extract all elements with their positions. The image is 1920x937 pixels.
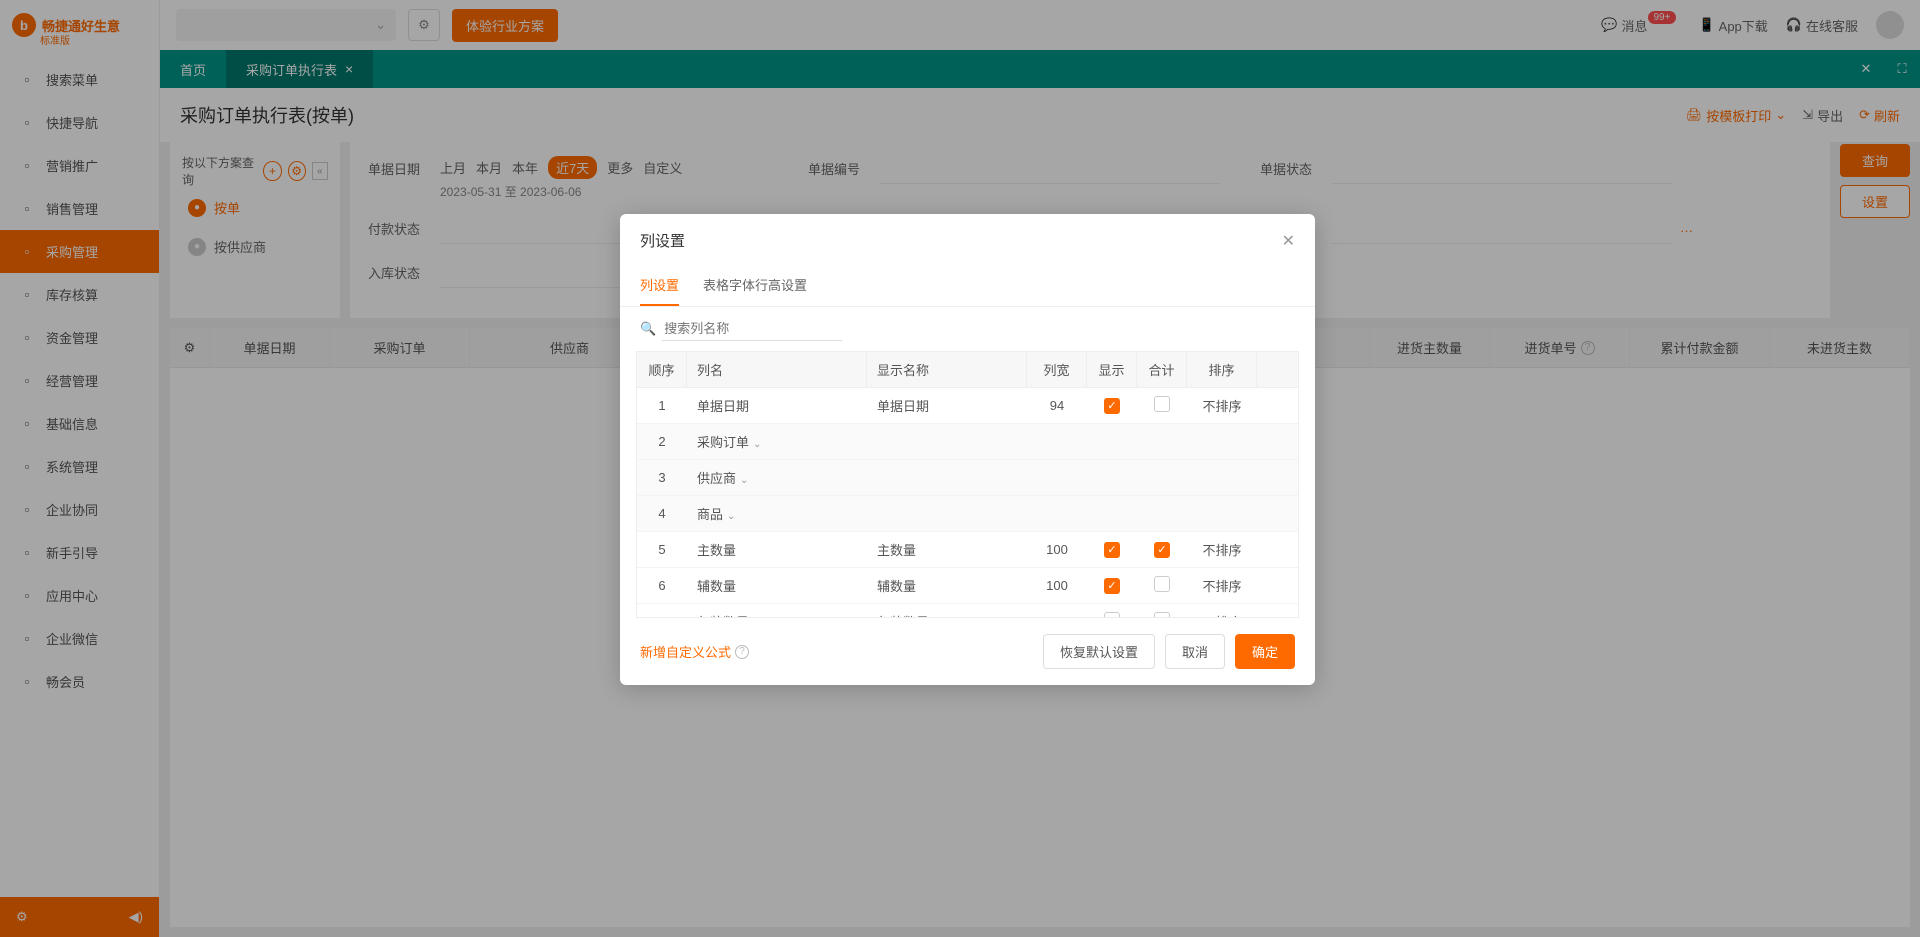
sort-select[interactable]: 不排序 <box>1187 604 1257 618</box>
modal-close-button[interactable]: ✕ <box>1282 231 1295 251</box>
sum-checkbox[interactable] <box>1154 396 1170 412</box>
sort-select[interactable]: 不排序 <box>1187 532 1257 567</box>
show-checkbox[interactable]: ✓ <box>1104 578 1120 594</box>
search-icon: 🔍 <box>640 321 656 337</box>
th-name: 列名 <box>687 352 867 387</box>
th-display: 显示名称 <box>867 352 1027 387</box>
modal-title: 列设置 <box>640 230 685 251</box>
ok-button[interactable]: 确定 <box>1235 634 1295 669</box>
column-row[interactable]: 1单据日期单据日期94✓不排序 <box>637 388 1298 424</box>
cancel-button[interactable]: 取消 <box>1165 634 1225 669</box>
expand-icon[interactable]: ⌄ <box>753 439 761 450</box>
reset-button[interactable]: 恢复默认设置 <box>1043 634 1155 669</box>
column-row[interactable]: 7包装数量包装数量100不排序 <box>637 604 1298 618</box>
modal-tab-0[interactable]: 列设置 <box>640 267 679 306</box>
th-width: 列宽 <box>1027 352 1087 387</box>
show-checkbox[interactable]: ✓ <box>1104 542 1120 558</box>
sum-checkbox[interactable] <box>1154 576 1170 592</box>
column-row[interactable]: 3供应商 ⌄ <box>637 460 1298 496</box>
add-formula-link[interactable]: 新增自定义公式 ? <box>640 642 749 661</box>
modal-tab-1[interactable]: 表格字体行高设置 <box>703 267 807 306</box>
column-settings-modal: 列设置 ✕ 列设置表格字体行高设置 🔍 顺序 列名 显示名称 列宽 显示 合计 … <box>620 214 1315 685</box>
sort-select[interactable]: 不排序 <box>1187 568 1257 603</box>
column-search-input[interactable] <box>662 317 842 341</box>
th-sort: 排序 <box>1187 352 1257 387</box>
th-seq: 顺序 <box>637 352 687 387</box>
column-row[interactable]: 2采购订单 ⌄ <box>637 424 1298 460</box>
expand-icon[interactable]: ⌄ <box>740 475 748 486</box>
help-icon[interactable]: ? <box>735 645 749 659</box>
column-row[interactable]: 5主数量主数量100✓✓不排序 <box>637 532 1298 568</box>
expand-icon[interactable]: ⌄ <box>727 511 735 522</box>
th-show: 显示 <box>1087 352 1137 387</box>
sort-select[interactable]: 不排序 <box>1187 388 1257 423</box>
column-row[interactable]: 6辅数量辅数量100✓不排序 <box>637 568 1298 604</box>
column-row[interactable]: 4商品 ⌄ <box>637 496 1298 532</box>
sum-checkbox[interactable]: ✓ <box>1154 542 1170 558</box>
show-checkbox[interactable]: ✓ <box>1104 398 1120 414</box>
th-sum: 合计 <box>1137 352 1187 387</box>
